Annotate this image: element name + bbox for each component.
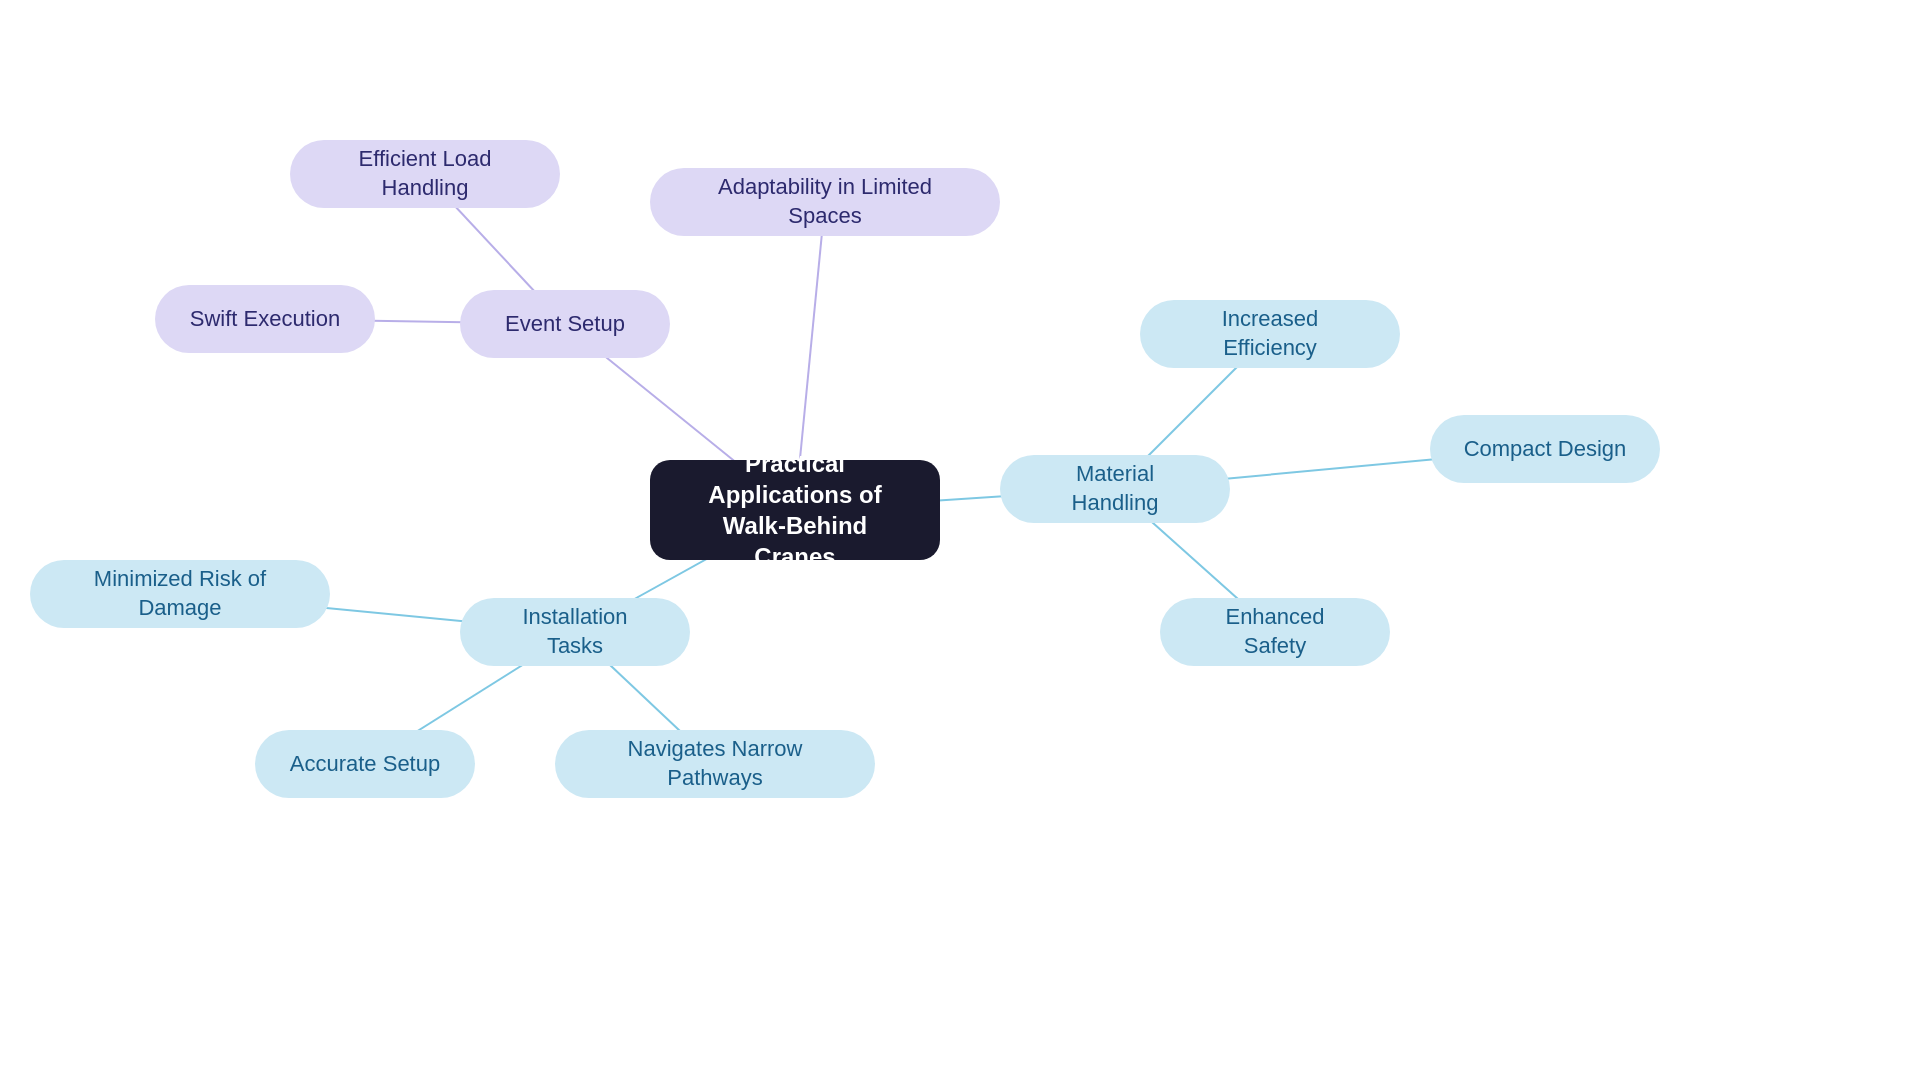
material-handling-label: Material Handling (1032, 460, 1198, 517)
adaptability-label: Adaptability in Limited Spaces (682, 173, 968, 230)
enhanced-safety-node: Enhanced Safety (1160, 598, 1390, 666)
increased-efficiency-label: Increased Efficiency (1172, 305, 1368, 362)
navigates-label: Navigates Narrow Pathways (587, 735, 843, 792)
installation-tasks-label: Installation Tasks (492, 603, 658, 660)
minimized-risk-label: Minimized Risk of Damage (62, 565, 298, 622)
center-node: Practical Applications of Walk-Behind Cr… (650, 460, 940, 560)
installation-tasks-node: Installation Tasks (460, 598, 690, 666)
material-handling-node: Material Handling (1000, 455, 1230, 523)
enhanced-safety-label: Enhanced Safety (1192, 603, 1358, 660)
efficient-load-label: Efficient Load Handling (322, 145, 528, 202)
event-setup-label: Event Setup (505, 310, 625, 339)
compact-design-node: Compact Design (1430, 415, 1660, 483)
minimized-risk-node: Minimized Risk of Damage (30, 560, 330, 628)
adaptability-node: Adaptability in Limited Spaces (650, 168, 1000, 236)
navigates-node: Navigates Narrow Pathways (555, 730, 875, 798)
center-label: Practical Applications of Walk-Behind Cr… (682, 448, 908, 573)
event-setup-node: Event Setup (460, 290, 670, 358)
swift-execution-node: Swift Execution (155, 285, 375, 353)
increased-efficiency-node: Increased Efficiency (1140, 300, 1400, 368)
accurate-setup-label: Accurate Setup (290, 750, 440, 779)
efficient-load-node: Efficient Load Handling (290, 140, 560, 208)
swift-execution-label: Swift Execution (190, 305, 340, 334)
accurate-setup-node: Accurate Setup (255, 730, 475, 798)
compact-design-label: Compact Design (1464, 435, 1627, 464)
